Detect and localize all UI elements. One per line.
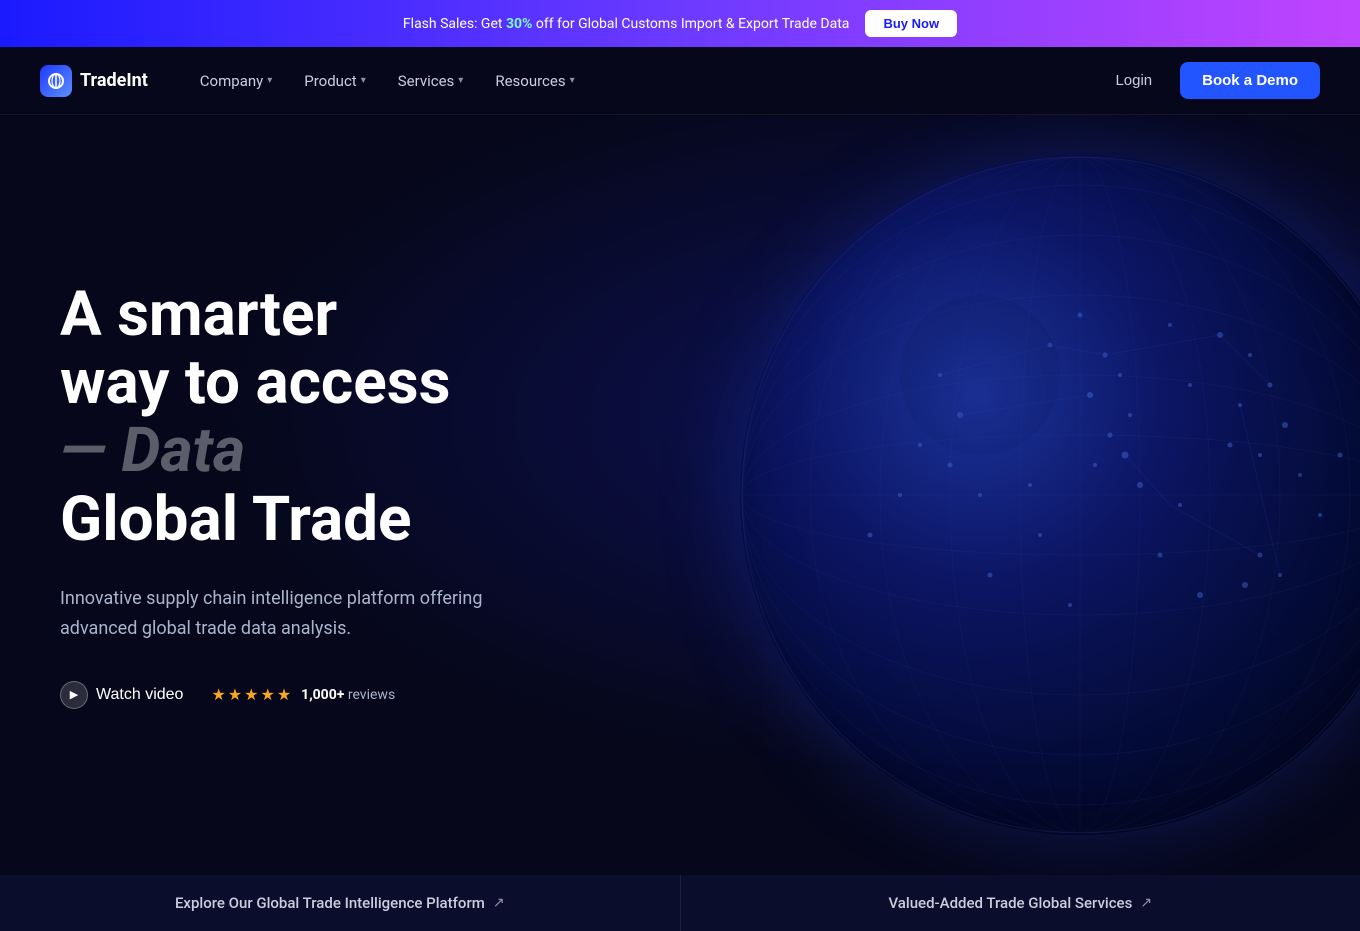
- globe: [740, 155, 1360, 835]
- star-rating: ★ ★ ★ ★ ★: [211, 685, 291, 704]
- nav-item-company[interactable]: Company ▾: [188, 64, 284, 98]
- arrow-icon: ↗: [493, 895, 505, 911]
- banner-text: Flash Sales: Get 30% off for Global Cust…: [403, 16, 850, 32]
- hero-description: Innovative supply chain intelligence pla…: [60, 584, 540, 645]
- chevron-down-icon: ▾: [267, 75, 272, 86]
- reviews-text: 1,000+ reviews: [301, 687, 395, 703]
- hero-title-line2: way to access: [60, 349, 540, 417]
- nav-item-resources[interactable]: Resources ▾: [483, 64, 586, 98]
- nav-item-services[interactable]: Services ▾: [386, 64, 476, 98]
- trade-services-cta[interactable]: Valued-Added Trade Global Services ↗: [681, 875, 1360, 931]
- chevron-down-icon: ▾: [458, 75, 463, 86]
- buy-now-button[interactable]: Buy Now: [865, 10, 957, 37]
- logo-icon: [40, 65, 72, 97]
- chevron-down-icon: ▾: [361, 75, 366, 86]
- watch-video-button[interactable]: ▶ Watch video: [60, 681, 183, 709]
- hero-title-line1: A smarter: [60, 281, 540, 349]
- star-4: ★: [260, 685, 274, 704]
- play-icon: ▶: [60, 681, 88, 709]
- hero-section: A smarter way to access — Data Global Tr…: [0, 115, 1360, 875]
- star-1: ★: [211, 685, 225, 704]
- bottom-ctas: Explore Our Global Trade Intelligence Pl…: [0, 875, 1360, 931]
- chevron-down-icon: ▾: [570, 75, 575, 86]
- hero-content: A smarter way to access — Data Global Tr…: [0, 201, 600, 789]
- hero-actions: ▶ Watch video ★ ★ ★ ★ ★ 1,000+ reviews: [60, 681, 540, 709]
- star-3: ★: [244, 685, 258, 704]
- nav-item-product[interactable]: Product ▾: [292, 64, 377, 98]
- hero-title-line3: Global Trade: [60, 486, 540, 554]
- explore-platform-cta[interactable]: Explore Our Global Trade Intelligence Pl…: [0, 875, 681, 931]
- logo-text: TradeInt: [80, 70, 148, 91]
- globe-svg: [740, 155, 1360, 835]
- star-2: ★: [228, 685, 242, 704]
- globe-container: [740, 155, 1360, 835]
- nav-links: Company ▾ Product ▾ Services ▾ Resources: [188, 64, 587, 98]
- login-button[interactable]: Login: [1103, 64, 1164, 97]
- navbar-right: Login Book a Demo: [1103, 62, 1320, 99]
- hero-title-animated: — Data: [60, 417, 540, 485]
- book-demo-button[interactable]: Book a Demo: [1180, 62, 1320, 99]
- navbar: TradeInt Company ▾ Product ▾ Services ▾: [0, 47, 1360, 115]
- navbar-left: TradeInt Company ▾ Product ▾ Services ▾: [40, 64, 587, 98]
- star-5: ★: [277, 685, 291, 704]
- arrow-icon: ↗: [1140, 895, 1152, 911]
- reviews-section: ★ ★ ★ ★ ★ 1,000+ reviews: [211, 685, 395, 704]
- logo[interactable]: TradeInt: [40, 65, 148, 97]
- top-banner: Flash Sales: Get 30% off for Global Cust…: [0, 0, 1360, 47]
